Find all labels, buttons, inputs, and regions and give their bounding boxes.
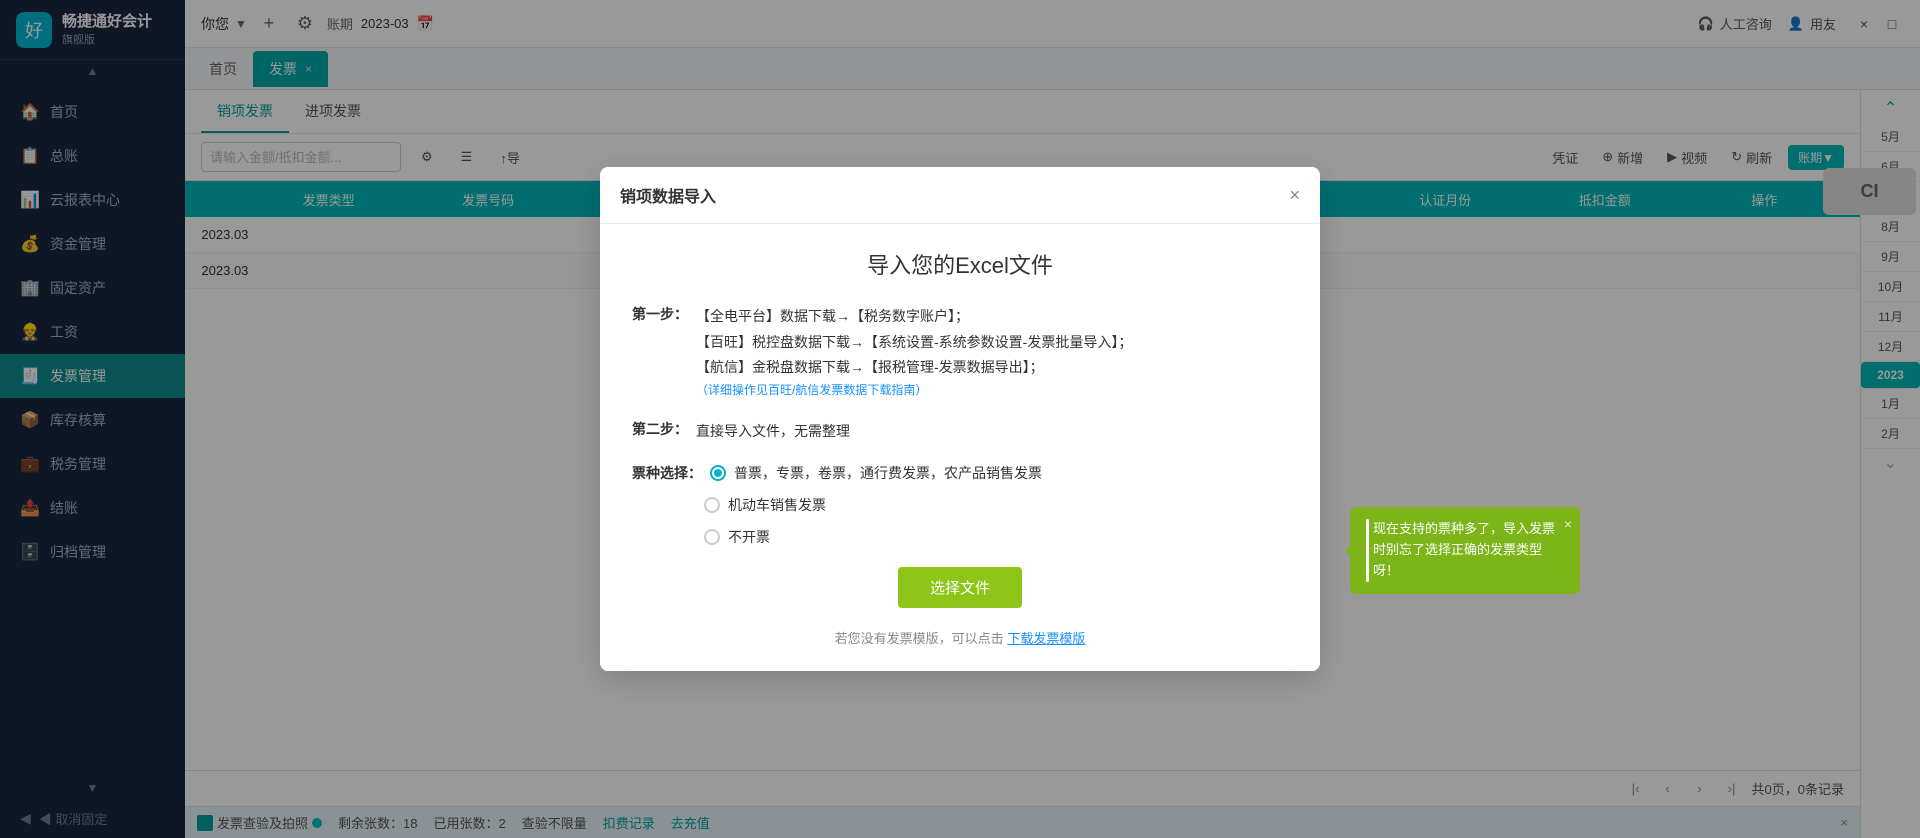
modal-header: 销项数据导入 × <box>600 167 1320 224</box>
download-hint-text: 若您没有发票模版，可以点击 <box>835 631 1004 646</box>
ticket-select: 票种选择： 普票，专票，卷票，通行费发票，农产品销售发票 机动车销售发票 不开票 <box>632 463 1288 547</box>
radio-row-motor: 机动车销售发票 <box>704 495 1288 515</box>
step2-label: 第二步： <box>632 419 688 439</box>
step1: 第一步： 【全电平台】数据下载→【税务数字账户】； 【百旺】税控盘数据下载→【系… <box>632 304 1288 401</box>
radio-row-none: 不开票 <box>704 527 1288 547</box>
modal-body: 导入您的Excel文件 第一步： 【全电平台】数据下载→【税务数字账户】； 【百… <box>600 224 1320 670</box>
radio-motor[interactable] <box>704 497 720 513</box>
step2: 第二步： 直接导入文件，无需整理 <box>632 419 1288 444</box>
step2-content: 直接导入文件，无需整理 <box>696 419 850 444</box>
radio-normal[interactable] <box>710 465 726 481</box>
tooltip-text: 现在支持的票种多了，导入发票时别忘了选择正确的发票类型呀！ <box>1373 519 1564 581</box>
radio-row-label: 票种选择： 普票，专票，卷票，通行费发票，农产品销售发票 <box>632 463 1288 483</box>
step1-line2: 【百旺】税控盘数据下载→【系统设置-系统参数设置-发票批量导入】； <box>696 330 1132 355</box>
tooltip-close-btn[interactable]: × <box>1564 513 1572 535</box>
radio-motor-label: 机动车销售发票 <box>728 495 826 515</box>
modal-main-title: 导入您的Excel文件 <box>632 248 1288 280</box>
radio-none-label: 不开票 <box>728 527 770 547</box>
download-hint: 若您没有发票模版，可以点击 下载发票模版 <box>632 628 1288 647</box>
step1-content: 【全电平台】数据下载→【税务数字账户】； 【百旺】税控盘数据下载→【系统设置-系… <box>696 304 1132 401</box>
step1-label: 第一步： <box>632 304 688 324</box>
modal-overlay: 销项数据导入 × 导入您的Excel文件 第一步： 【全电平台】数据下载→【税务… <box>0 0 1920 838</box>
ticket-label: 票种选择： <box>632 463 702 483</box>
radio-normal-label: 普票，专票，卷票，通行费发票，农产品销售发票 <box>734 463 1042 483</box>
tooltip-bar <box>1366 519 1369 581</box>
step1-line3: 【航信】金税盘数据下载→【报税管理-发票数据导出】； <box>696 355 1132 380</box>
step1-hint: （详细操作见百旺/航信发票数据下载指南） <box>696 380 1132 402</box>
radio-none[interactable] <box>704 529 720 545</box>
import-modal: 销项数据导入 × 导入您的Excel文件 第一步： 【全电平台】数据下载→【税务… <box>600 167 1320 670</box>
download-template-link[interactable]: 下载发票模版 <box>1007 631 1085 646</box>
tooltip-box: × 现在支持的票种多了，导入发票时别忘了选择正确的发票类型呀！ <box>1350 507 1580 593</box>
step1-line1: 【全电平台】数据下载→【税务数字账户】； <box>696 304 1132 329</box>
modal-close-btn[interactable]: × <box>1289 186 1300 204</box>
modal-title: 销项数据导入 <box>620 183 716 207</box>
select-file-btn[interactable]: 选择文件 <box>898 567 1022 608</box>
step1-link[interactable]: 百旺/航信发票数据下载指南 <box>768 383 915 397</box>
tooltip-content: 现在支持的票种多了，导入发票时别忘了选择正确的发票类型呀！ <box>1366 519 1564 581</box>
